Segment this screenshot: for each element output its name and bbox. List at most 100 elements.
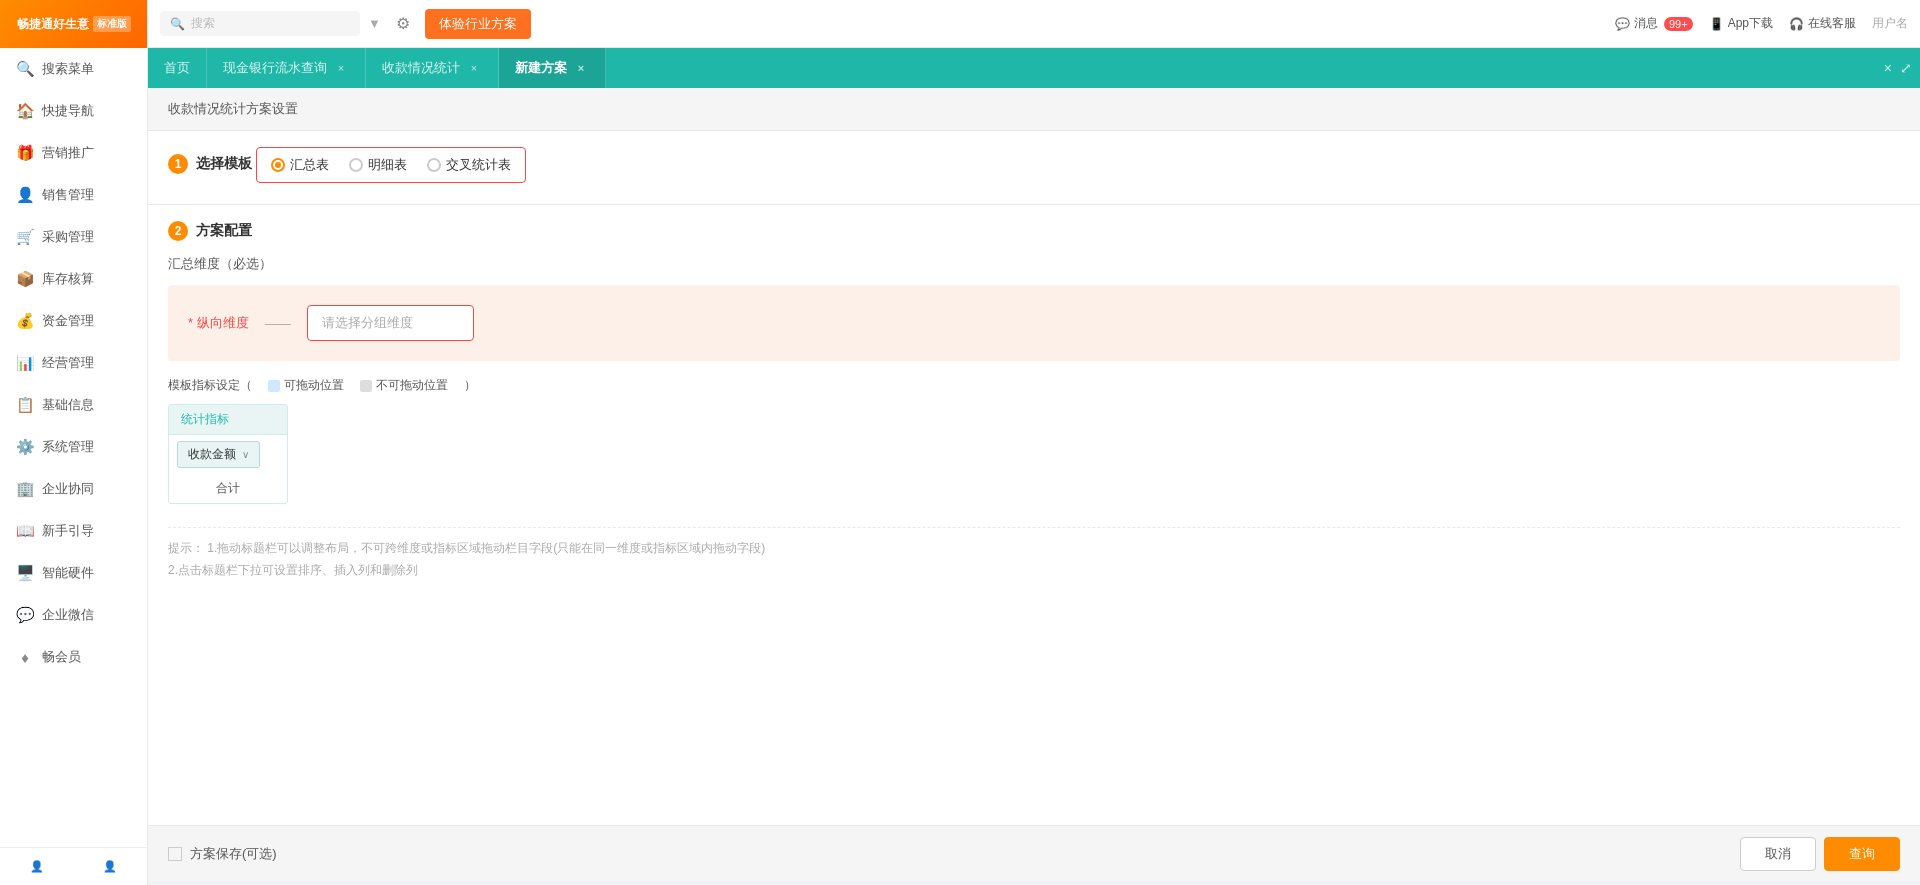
sidebar-item-label: 基础信息: [42, 396, 94, 414]
expand-button[interactable]: ⤢: [1900, 60, 1912, 76]
metrics-total-cell: 合计: [169, 474, 287, 503]
service-label: 在线客服: [1808, 15, 1856, 32]
tab-receipt-stats-close[interactable]: ×: [466, 60, 482, 76]
metrics-tag-cell: 收款金额 ∨: [169, 435, 287, 474]
step1-label: 1 选择模板: [168, 154, 252, 174]
save-scheme-checkbox[interactable]: [168, 847, 182, 861]
draggable-label: 可拖动位置: [284, 377, 344, 394]
dimension-placeholder: 请选择分组维度: [322, 315, 413, 330]
tip-line2: 2.点击标题栏下拉可设置排序、插入列和删除列: [168, 560, 1900, 582]
tip-line1: 提示： 1.拖动标题栏可以调整布局，不可跨维度或指标区域拖动栏目字段(只能在同一…: [168, 538, 1900, 560]
notification-item[interactable]: 💬 消息 99+: [1615, 15, 1693, 32]
sidebar-item-hardware[interactable]: 🖥️ 智能硬件: [0, 552, 147, 594]
sidebar-item-label: 智能硬件: [42, 564, 94, 582]
sidebar-item-search-menu[interactable]: 🔍 搜索菜单: [0, 48, 147, 90]
content-area: 收款情况统计方案设置 1 选择模板 汇总表 明细表: [148, 88, 1920, 885]
page-container: 收款情况统计方案设置 1 选择模板 汇总表 明细表: [148, 88, 1920, 825]
online-service-item[interactable]: 🎧 在线客服: [1789, 15, 1856, 32]
radio-summary[interactable]: 汇总表: [271, 156, 329, 174]
query-button[interactable]: 查询: [1824, 837, 1900, 871]
tab-bar: 首页 现金银行流水查询 × 收款情况统计 × 新建方案 × × ⤢: [148, 48, 1920, 88]
step1-text: 选择模板: [196, 155, 252, 173]
metrics-tag-amount[interactable]: 收款金额 ∨: [177, 441, 260, 468]
sidebar-bottom: 👤 👤: [0, 847, 147, 885]
sidebar-item-label: 资金管理: [42, 312, 94, 330]
sidebar-item-guide[interactable]: 📖 新手引导: [0, 510, 147, 552]
sidebar-item-label: 快捷导航: [42, 102, 94, 120]
page-header-title: 收款情况统计方案设置: [168, 101, 298, 116]
settings-gear[interactable]: ⚙: [389, 10, 417, 38]
logo-text: 畅捷通好生意: [17, 16, 89, 33]
radio-cross-label: 交叉统计表: [446, 156, 511, 174]
metrics-table-header-label: 统计指标: [181, 412, 229, 426]
notification-label: 消息: [1634, 15, 1658, 32]
vertical-dim-label: * 纵向维度: [188, 314, 249, 332]
non-draggable-dot: [360, 380, 372, 392]
app-logo: 畅捷通好生意 标准版: [0, 0, 147, 48]
sidebar-item-operation[interactable]: 📊 经营管理: [0, 342, 147, 384]
sidebar-item-basic-info[interactable]: 📋 基础信息: [0, 384, 147, 426]
monitor-icon: 🖥️: [16, 564, 34, 582]
cancel-button[interactable]: 取消: [1740, 837, 1816, 871]
topbar-right: 💬 消息 99+ 📱 App下载 🎧 在线客服 用户名: [1615, 15, 1908, 32]
radio-cross[interactable]: 交叉统计表: [427, 156, 511, 174]
sidebar-user-avatar2[interactable]: 👤: [99, 856, 121, 877]
sidebar-item-marketing[interactable]: 🎁 营销推广: [0, 132, 147, 174]
radio-summary-circle: [271, 158, 285, 172]
book-icon: 📖: [16, 522, 34, 540]
page-header: 收款情况统计方案设置: [148, 88, 1920, 131]
sidebar-item-finance[interactable]: 💰 资金管理: [0, 300, 147, 342]
metrics-tag-label: 收款金额: [188, 446, 236, 463]
app-download-item[interactable]: 📱 App下载: [1709, 15, 1773, 32]
tab-new-scheme-close[interactable]: ×: [573, 60, 589, 76]
dimension-select[interactable]: 请选择分组维度: [307, 305, 474, 341]
download-label: App下载: [1728, 15, 1773, 32]
dimension-arrow: ——: [265, 316, 291, 331]
sidebar-item-label: 畅会员: [42, 648, 81, 666]
tab-receipt-stats[interactable]: 收款情况统计 ×: [366, 48, 499, 88]
sidebar-user-avatar1[interactable]: 👤: [26, 856, 48, 877]
logo-sub: 标准版: [93, 16, 131, 32]
search-menu-icon: 🔍: [16, 60, 34, 78]
sidebar-item-enterprise[interactable]: 🏢 企业协同: [0, 468, 147, 510]
service-icon: 🎧: [1789, 17, 1804, 31]
tab-new-scheme-label: 新建方案: [515, 59, 567, 77]
building-icon: 🏢: [16, 480, 34, 498]
sidebar-item-system[interactable]: ⚙️ 系统管理: [0, 426, 147, 468]
topbar: 🔍 搜索 ▼ ⚙ 体验行业方案 💬 消息 99+ 📱 App下载 🎧 在线客服 …: [148, 0, 1920, 48]
sidebar-item-weixin[interactable]: 💬 企业微信: [0, 594, 147, 636]
sidebar-item-quick-nav[interactable]: 🏠 快捷导航: [0, 90, 147, 132]
close-all-tabs-button[interactable]: ×: [1884, 60, 1892, 76]
sidebar-item-member[interactable]: ♦ 畅会员: [0, 636, 147, 678]
search-placeholder: 搜索: [191, 15, 215, 32]
tab-actions: × ⤢: [1876, 48, 1920, 88]
tab-bank-flow[interactable]: 现金银行流水查询 ×: [207, 48, 366, 88]
sidebar-item-inventory[interactable]: 📦 库存核算: [0, 258, 147, 300]
tab-home[interactable]: 首页: [148, 48, 207, 88]
sidebar-item-label: 系统管理: [42, 438, 94, 456]
sidebar-item-sales[interactable]: 👤 销售管理: [0, 174, 147, 216]
diamond-icon: ♦: [16, 648, 34, 666]
radio-cross-circle: [427, 158, 441, 172]
radio-detail[interactable]: 明细表: [349, 156, 407, 174]
cart-icon: 🛒: [16, 228, 34, 246]
non-draggable-indicator: 不可拖动位置: [360, 377, 448, 394]
sidebar-item-purchase[interactable]: 🛒 采购管理: [0, 216, 147, 258]
chevron-down-icon[interactable]: ▼: [368, 16, 381, 31]
step1-number: 1: [168, 154, 188, 174]
user-account[interactable]: 用户名: [1872, 15, 1908, 32]
tab-bank-flow-close[interactable]: ×: [333, 60, 349, 76]
draggable-dot: [268, 380, 280, 392]
metrics-label-close: ）: [464, 377, 476, 394]
home-icon: 🏠: [16, 102, 34, 120]
chat-icon: 💬: [16, 606, 34, 624]
topbar-search[interactable]: 🔍 搜索: [160, 11, 360, 36]
tips-section: 提示： 1.拖动标题栏可以调整布局，不可跨维度或指标区域拖动栏目字段(只能在同一…: [168, 527, 1900, 591]
download-icon: 📱: [1709, 17, 1724, 31]
tab-new-scheme[interactable]: 新建方案 ×: [499, 48, 606, 88]
sidebar-item-label: 搜索菜单: [42, 60, 94, 78]
trial-industry-button[interactable]: 体验行业方案: [425, 9, 531, 39]
metrics-label: 模板指标设定（: [168, 377, 252, 394]
step2-number: 2: [168, 221, 188, 241]
tag-dropdown-arrow: ∨: [242, 449, 249, 460]
